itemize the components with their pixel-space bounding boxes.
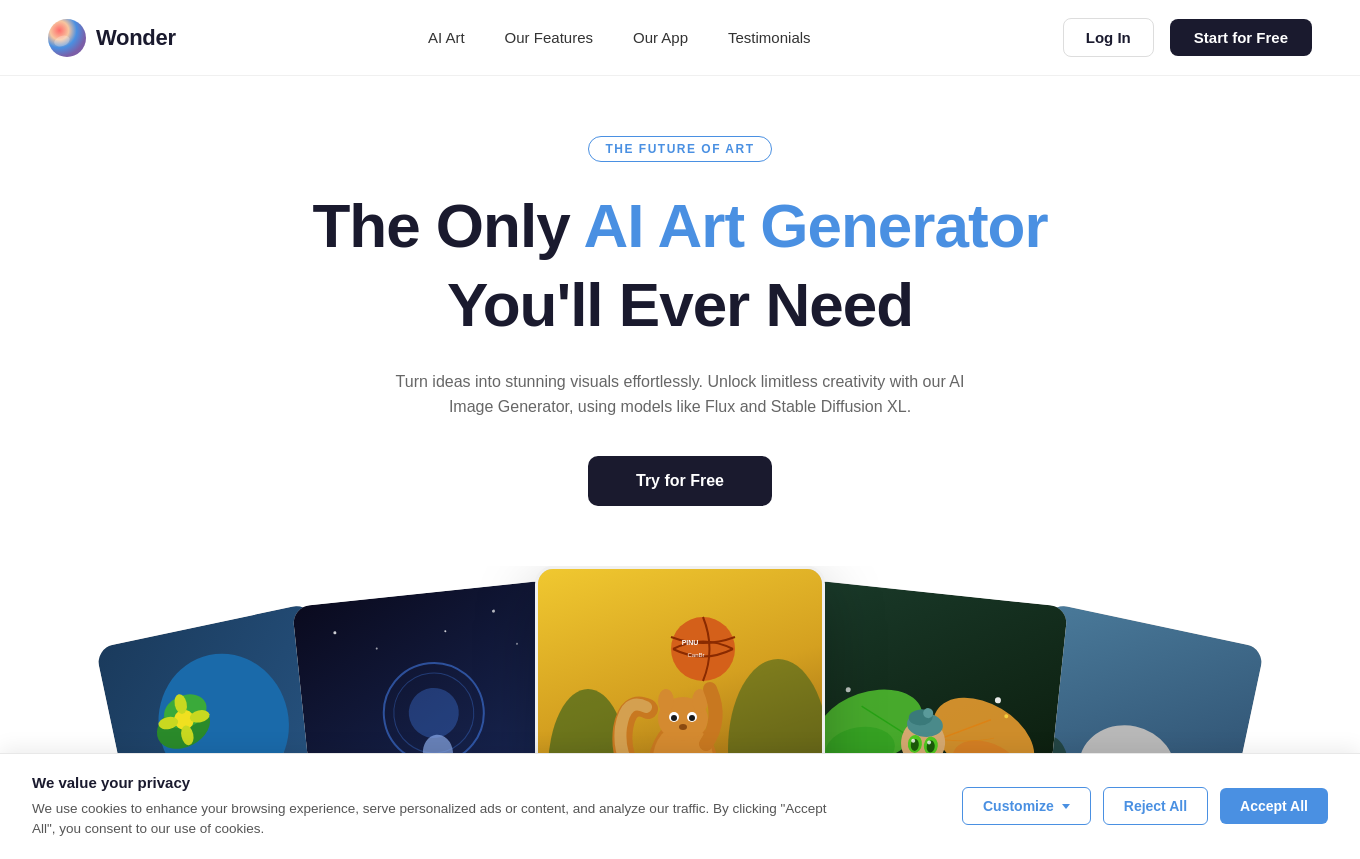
nav-our-features[interactable]: Our Features	[505, 29, 593, 46]
hero-title-line2: You'll Ever Need	[20, 269, 1340, 340]
hero-title: The Only AI Art Generator You'll Ever Ne…	[20, 190, 1340, 341]
chevron-down-icon	[1062, 804, 1070, 809]
svg-text:CanBr: CanBr	[687, 652, 704, 658]
svg-point-42	[679, 724, 687, 730]
try-for-free-button[interactable]: Try for Free	[588, 456, 772, 506]
hero-title-highlight: AI Art Generator	[584, 191, 1048, 260]
svg-point-41	[689, 715, 695, 721]
cookie-title: We value your privacy	[32, 774, 852, 791]
start-for-free-button[interactable]: Start for Free	[1170, 19, 1312, 56]
hero-description: Turn ideas into stunning visuals effortl…	[380, 369, 980, 420]
navbar: Wonder AI Art Our Features Our App Testi…	[0, 0, 1360, 76]
nav-our-app[interactable]: Our App	[633, 29, 688, 46]
nav-ai-art[interactable]: AI Art	[428, 29, 465, 46]
reject-all-button[interactable]: Reject All	[1103, 787, 1208, 825]
customize-button[interactable]: Customize	[962, 787, 1091, 825]
cookie-text: We use cookies to enhance your browsing …	[32, 799, 852, 840]
login-button[interactable]: Log In	[1063, 18, 1154, 57]
cookie-actions: Customize Reject All Accept All	[962, 787, 1328, 825]
logo[interactable]: Wonder	[48, 19, 176, 57]
nav-testimonials[interactable]: Testimonials	[728, 29, 811, 46]
svg-point-32	[671, 617, 735, 681]
accept-all-button[interactable]: Accept All	[1220, 788, 1328, 824]
svg-point-40	[671, 715, 677, 721]
cookie-text-area: We value your privacy We use cookies to …	[32, 774, 852, 840]
hero-title-plain: The Only	[312, 191, 583, 260]
logo-text: Wonder	[96, 25, 176, 51]
hero-badge: THE FUTURE OF ART	[588, 136, 771, 162]
nav-links: AI Art Our Features Our App Testimonials	[428, 29, 811, 47]
hero-section: THE FUTURE OF ART The Only AI Art Genera…	[0, 76, 1360, 859]
cookie-banner: We value your privacy We use cookies to …	[0, 753, 1360, 860]
nav-actions: Log In Start for Free	[1063, 18, 1312, 57]
svg-point-36	[658, 689, 674, 713]
logo-icon	[48, 19, 86, 57]
svg-text:PINU: PINU	[682, 639, 699, 646]
